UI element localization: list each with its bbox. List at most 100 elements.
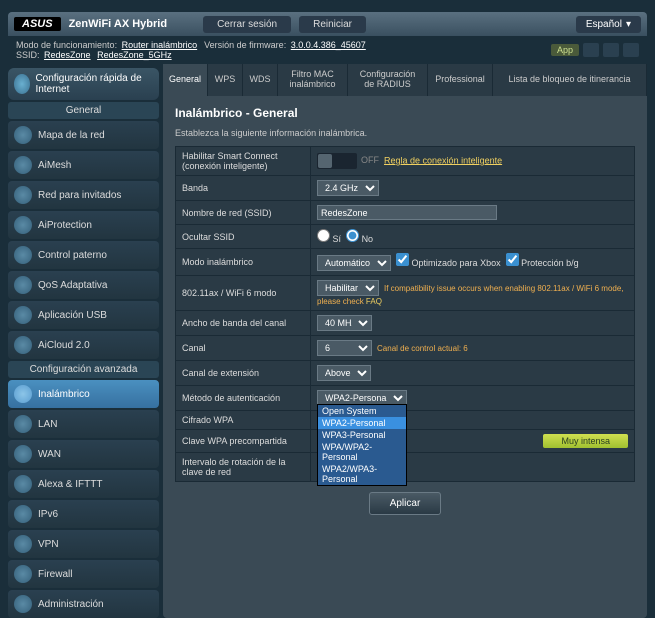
- reboot-button[interactable]: Reiniciar: [299, 16, 366, 33]
- sidebar-item-aicloud[interactable]: AiCloud 2.0: [8, 331, 159, 359]
- header-icon-3[interactable]: [623, 43, 639, 57]
- wan-icon: [14, 445, 32, 463]
- ax-select[interactable]: Habilitar: [317, 280, 379, 296]
- band-select[interactable]: 2.4 GHz: [317, 180, 379, 196]
- chan-select[interactable]: 6: [317, 340, 372, 356]
- tab-radius[interactable]: Configuración de RADIUS: [348, 64, 428, 96]
- hide-no-radio[interactable]: [346, 229, 359, 242]
- tab-roaming[interactable]: Lista de bloqueo de itinerancia: [493, 64, 647, 96]
- sidebar-item-guest[interactable]: Red para invitados: [8, 181, 159, 209]
- guest-icon: [14, 186, 32, 204]
- sidebar-item-networkmap[interactable]: Mapa de la red: [8, 121, 159, 149]
- sidebar-item-firewall[interactable]: Firewall: [8, 560, 159, 588]
- sidebar-head-advanced: Configuración avanzada: [8, 361, 159, 378]
- row-band-label: Banda: [176, 176, 311, 201]
- op-mode-link[interactable]: Router inalámbrico: [122, 40, 198, 50]
- sidebar: Configuración rápida de Internet General…: [8, 64, 163, 618]
- sidebar-item-alexa[interactable]: Alexa & IFTTT: [8, 470, 159, 498]
- sidebar-item-aimesh[interactable]: AiMesh: [8, 151, 159, 179]
- strength-badge: Muy intensa: [543, 434, 628, 448]
- tab-wps[interactable]: WPS: [208, 64, 243, 96]
- map-icon: [14, 126, 32, 144]
- language-select[interactable]: Español▾: [576, 16, 641, 33]
- app-badge[interactable]: App: [551, 44, 579, 56]
- ipv6-icon: [14, 505, 32, 523]
- logo: ASUS: [14, 17, 61, 31]
- ext-select[interactable]: Above: [317, 365, 371, 381]
- row-rot-label: Intervalo de rotación de la clave de red: [176, 453, 311, 482]
- tab-macfilter[interactable]: Filtro MAC inalámbrico: [278, 64, 348, 96]
- row-bw-label: Ancho de banda del canal: [176, 311, 311, 336]
- header-icon-2[interactable]: [603, 43, 619, 57]
- shield-icon: [14, 216, 32, 234]
- lan-icon: [14, 415, 32, 433]
- auth-opt-wpa2[interactable]: WPA2-Personal: [318, 417, 406, 429]
- cloud-icon: [14, 336, 32, 354]
- gear-icon: [14, 74, 30, 94]
- tab-professional[interactable]: Professional: [428, 64, 493, 96]
- xbox-check[interactable]: [396, 253, 409, 266]
- chevron-down-icon: ▾: [626, 19, 631, 30]
- smart-connect-toggle[interactable]: [317, 153, 357, 169]
- ssid1-link[interactable]: RedesZone: [44, 50, 91, 60]
- sidebar-item-qos[interactable]: QoS Adaptativa: [8, 271, 159, 299]
- row-smart-label: Habilitar Smart Connect (conexión inteli…: [176, 147, 311, 176]
- faq-link[interactable]: FAQ: [366, 297, 382, 306]
- ssid2-link[interactable]: RedesZone_5GHz: [97, 50, 172, 60]
- fw-link[interactable]: 3.0.0.4.386_45607: [291, 40, 366, 50]
- row-hide-label: Ocultar SSID: [176, 225, 311, 249]
- row-psk-label: Clave WPA precompartida: [176, 430, 311, 453]
- auth-dropdown-list: Open System WPA2-Personal WPA3-Personal …: [317, 404, 407, 486]
- bg-check[interactable]: [506, 253, 519, 266]
- sidebar-item-vpn[interactable]: VPN: [8, 530, 159, 558]
- info-bar: Modo de funcionamiento: Router inalámbri…: [8, 36, 647, 64]
- tab-wds[interactable]: WDS: [243, 64, 278, 96]
- quick-setup-button[interactable]: Configuración rápida de Internet: [8, 68, 159, 100]
- row-ext-label: Canal de extensión: [176, 361, 311, 386]
- parental-icon: [14, 246, 32, 264]
- wifi-icon: [14, 385, 32, 403]
- sidebar-head-general: General: [8, 102, 159, 119]
- sidebar-item-lan[interactable]: LAN: [8, 410, 159, 438]
- auth-opt-wpa3[interactable]: WPA3-Personal: [318, 429, 406, 441]
- sidebar-item-aiprotection[interactable]: AiProtection: [8, 211, 159, 239]
- alexa-icon: [14, 475, 32, 493]
- sidebar-item-admin[interactable]: Administración: [8, 590, 159, 618]
- auth-opt-wpa12[interactable]: WPA/WPA2-Personal: [318, 441, 406, 463]
- row-auth-label: Método de autenticación: [176, 386, 311, 411]
- row-ssid-label: Nombre de red (SSID): [176, 201, 311, 225]
- tab-bar: General WPS WDS Filtro MAC inalámbrico C…: [163, 64, 647, 96]
- row-chan-label: Canal: [176, 336, 311, 361]
- content-panel: General WPS WDS Filtro MAC inalámbrico C…: [163, 64, 647, 618]
- page-title: Inalámbrico - General: [175, 106, 635, 120]
- ssid-input[interactable]: [317, 205, 497, 220]
- sidebar-item-usb[interactable]: Aplicación USB: [8, 301, 159, 329]
- hide-yes-radio[interactable]: [317, 229, 330, 242]
- header-icon-1[interactable]: [583, 43, 599, 57]
- sidebar-item-parental[interactable]: Control paterno: [8, 241, 159, 269]
- apply-button[interactable]: Aplicar: [369, 492, 442, 515]
- bw-select[interactable]: 40 MHz: [317, 315, 372, 331]
- firewall-icon: [14, 565, 32, 583]
- row-mode-label: Modo inalámbrico: [176, 249, 311, 276]
- logout-button[interactable]: Cerrar sesión: [203, 16, 291, 33]
- vpn-icon: [14, 535, 32, 553]
- sidebar-item-wan[interactable]: WAN: [8, 440, 159, 468]
- auth-opt-open[interactable]: Open System: [318, 405, 406, 417]
- mesh-icon: [14, 156, 32, 174]
- admin-icon: [14, 595, 32, 613]
- model-name: ZenWiFi AX Hybrid: [69, 18, 168, 30]
- qos-icon: [14, 276, 32, 294]
- header-bar: ASUS ZenWiFi AX Hybrid Cerrar sesión Rei…: [8, 12, 647, 36]
- settings-table: Habilitar Smart Connect (conexión inteli…: [175, 146, 635, 482]
- auth-opt-wpa23[interactable]: WPA2/WPA3-Personal: [318, 463, 406, 485]
- smart-rule-link[interactable]: Regla de conexión inteligente: [384, 155, 502, 165]
- usb-icon: [14, 306, 32, 324]
- row-wpa-label: Cifrado WPA: [176, 411, 311, 430]
- sidebar-item-wireless[interactable]: Inalámbrico: [8, 380, 159, 408]
- chan-current: Canal de control actual: 6: [377, 344, 468, 353]
- tab-general[interactable]: General: [163, 64, 208, 96]
- mode-select[interactable]: Automático: [317, 255, 391, 271]
- page-desc: Establezca la siguiente información inal…: [175, 128, 635, 138]
- row-ax-label: 802.11ax / WiFi 6 modo: [176, 276, 311, 311]
